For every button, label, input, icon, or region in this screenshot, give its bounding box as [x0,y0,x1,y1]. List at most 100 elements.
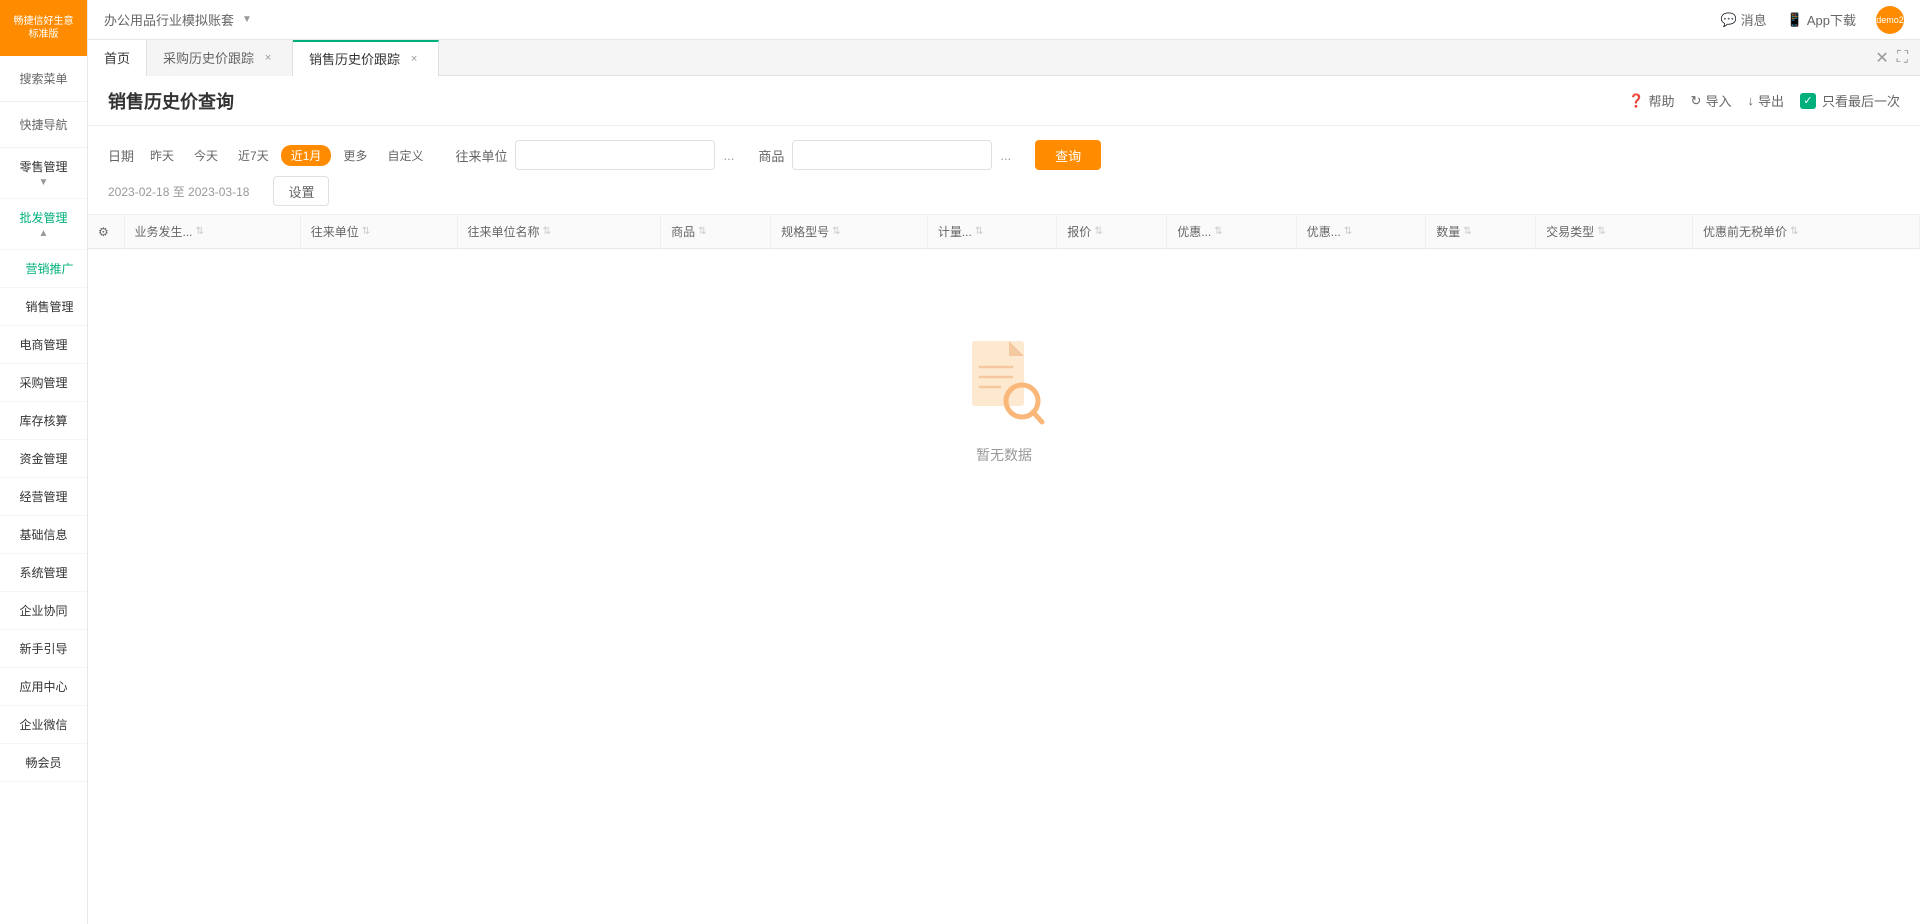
partner-input[interactable] [515,140,715,170]
chevron-up-icon: ▲ [39,228,49,239]
sort-icon: ⇅ [832,226,840,237]
filter-row-2: 2023-02-18 至 2023-03-18 设置 [108,176,1900,206]
message-icon: 💬 [1720,12,1736,28]
sidebar-quick-nav-section: 快捷导航 [0,102,87,148]
col-biz-date[interactable]: 业务发生... ⇅ [124,215,300,249]
page-inner: 销售历史价查询 ❓ 帮助 ↻ 导入 ↓ 导出 ✓ [88,76,1920,545]
filter-settings-button[interactable]: 设置 [273,176,329,206]
col-trade-type[interactable]: 交易类型 ⇅ [1536,215,1693,249]
filter-bar: 日期 昨天 今天 近7天 近1月 更多 自定义 往来单位 [88,126,1920,215]
close-all-tabs-icon[interactable]: ✕ [1875,48,1888,68]
search-button[interactable]: 查询 [1035,140,1101,170]
sidebar-item-sales[interactable]: 销售管理 [0,288,87,326]
export-button[interactable]: ↓ 导出 [1747,91,1784,110]
sidebar-item-corp-wechat[interactable]: 企业微信 [0,706,87,744]
sort-icon: ⇅ [1463,226,1471,237]
table-settings-icon[interactable]: ⚙ [98,225,109,239]
date-filter-label: 日期 [108,146,134,165]
table-header: ⚙ 业务发生... ⇅ 往来单位 [88,215,1920,249]
app-logo[interactable]: 畅捷信好生意 标准版 [0,0,88,56]
date-btn-today[interactable]: 今天 [186,145,226,166]
sidebar-item-operation[interactable]: 经营管理 [0,478,87,516]
sort-icon: ⇅ [1094,226,1102,237]
user-profile-button[interactable]: demo2 [1876,6,1904,34]
sidebar-item-membership[interactable]: 畅会员 [0,744,87,782]
tab-home[interactable]: 首页 [88,40,147,76]
sidebar-item-system[interactable]: 系统管理 [0,554,87,592]
col-quantity[interactable]: 数量 ⇅ [1426,215,1536,249]
sidebar-item-purchase[interactable]: 采购管理 [0,364,87,402]
page-content: 销售历史价查询 ❓ 帮助 ↻ 导入 ↓ 导出 ✓ [88,76,1920,924]
sidebar-item-search[interactable]: 搜索菜单 [6,64,81,93]
sort-icon: ⇅ [1597,226,1605,237]
tabs-actions: ✕ ⛶ [1875,48,1920,68]
import-icon: ↻ [1691,93,1702,109]
workspace-dropdown-icon: ▼ [242,14,252,25]
tab-purchase-history[interactable]: 采购历史价跟踪 × [147,40,293,76]
checkbox-icon: ✓ [1800,93,1816,109]
col-product[interactable]: 商品 ⇅ [661,215,771,249]
tab-close-purchase-history[interactable]: × [260,50,276,66]
col-pre-tax-price[interactable]: 优惠前无税单价 ⇅ [1692,215,1919,249]
logo-text: 畅捷信好生意 标准版 [14,15,74,41]
workspace-name: 办公用品行业模拟账套 [104,10,234,29]
sidebar-item-retail[interactable]: 零售管理 ▼ [0,148,87,199]
table-header-row: ⚙ 业务发生... ⇅ 往来单位 [88,215,1920,249]
col-partner-name[interactable]: 往来单位名称 ⇅ [457,215,661,249]
import-button[interactable]: ↻ 导入 [1691,91,1732,110]
col-discount1[interactable]: 优惠... ⇅ [1167,215,1296,249]
page-title: 销售历史价查询 [108,88,234,114]
data-table: ⚙ 业务发生... ⇅ 往来单位 [88,215,1920,249]
only-last-checkbox[interactable]: ✓ 只看最后一次 [1800,91,1900,110]
maximize-icon[interactable]: ⛶ [1897,49,1908,67]
sidebar-item-ecommerce[interactable]: 电商管理 [0,326,87,364]
date-btn-more[interactable]: 更多 [335,145,375,166]
product-filter-group: 商品 ... [758,140,1011,170]
partner-ellipsis-btn[interactable]: ... [723,148,734,163]
empty-state: 暂无数据 [88,249,1920,545]
product-ellipsis-btn[interactable]: ... [1000,148,1011,163]
table-container: ⚙ 业务发生... ⇅ 往来单位 [88,215,1920,545]
sidebar-item-enterprise[interactable]: 企业协同 [0,592,87,630]
col-discount2[interactable]: 优惠... ⇅ [1296,215,1425,249]
sidebar-item-marketing[interactable]: 营销推广 [0,250,87,288]
sidebar-item-inventory[interactable]: 库存核算 [0,402,87,440]
page-title-bar: 销售历史价查询 ❓ 帮助 ↻ 导入 ↓ 导出 ✓ [88,76,1920,126]
sidebar-item-wholesale[interactable]: 批发管理 ▲ [0,199,87,250]
sort-icon: ⇅ [196,226,204,237]
tab-sales-history[interactable]: 销售历史价跟踪 × [293,40,439,76]
date-btn-yesterday[interactable]: 昨天 [142,145,182,166]
sidebar-item-guide[interactable]: 新手引导 [0,630,87,668]
sidebar-item-app-center[interactable]: 应用中心 [0,668,87,706]
sort-icon: ⇅ [362,226,370,237]
workspace-selector[interactable]: 办公用品行业模拟账套 ▼ [104,10,252,29]
col-price[interactable]: 报价 ⇅ [1057,215,1167,249]
avatar: demo2 [1876,6,1904,34]
app-download-button[interactable]: 📱 App下载 [1787,10,1856,29]
header-actions: 💬 消息 📱 App下载 demo2 [1720,6,1904,34]
date-btn-last1m[interactable]: 近1月 [281,145,332,166]
message-button[interactable]: 💬 消息 [1720,10,1766,29]
sidebar-item-finance[interactable]: 资金管理 [0,440,87,478]
partner-filter-group: 往来单位 ... [455,140,734,170]
export-icon: ↓ [1747,93,1754,108]
col-spec[interactable]: 规格型号 ⇅ [771,215,928,249]
empty-text: 暂无数据 [976,445,1032,465]
page-title-actions: ❓ 帮助 ↻ 导入 ↓ 导出 ✓ 只看最后一次 [1628,91,1900,110]
sidebar-item-quick-nav[interactable]: 快捷导航 [6,110,81,139]
chevron-down-icon: ▼ [39,177,49,188]
sort-icon: ⇅ [1790,226,1798,237]
download-icon: 📱 [1787,12,1803,28]
date-buttons: 昨天 今天 近7天 近1月 更多 自定义 [142,145,431,166]
sort-icon: ⇅ [1344,226,1352,237]
date-btn-custom[interactable]: 自定义 [379,145,431,166]
table-settings-column[interactable]: ⚙ [88,215,124,249]
help-button[interactable]: ❓ 帮助 [1628,91,1674,110]
date-btn-last7[interactable]: 近7天 [230,145,277,166]
col-unit[interactable]: 计量... ⇅ [927,215,1056,249]
sidebar-item-basic[interactable]: 基础信息 [0,516,87,554]
col-partner-code[interactable]: 往来单位 ⇅ [300,215,457,249]
product-input[interactable] [792,140,992,170]
filter-row-1: 日期 昨天 今天 近7天 近1月 更多 自定义 往来单位 [108,140,1900,170]
tab-close-sales-history[interactable]: × [406,51,422,67]
